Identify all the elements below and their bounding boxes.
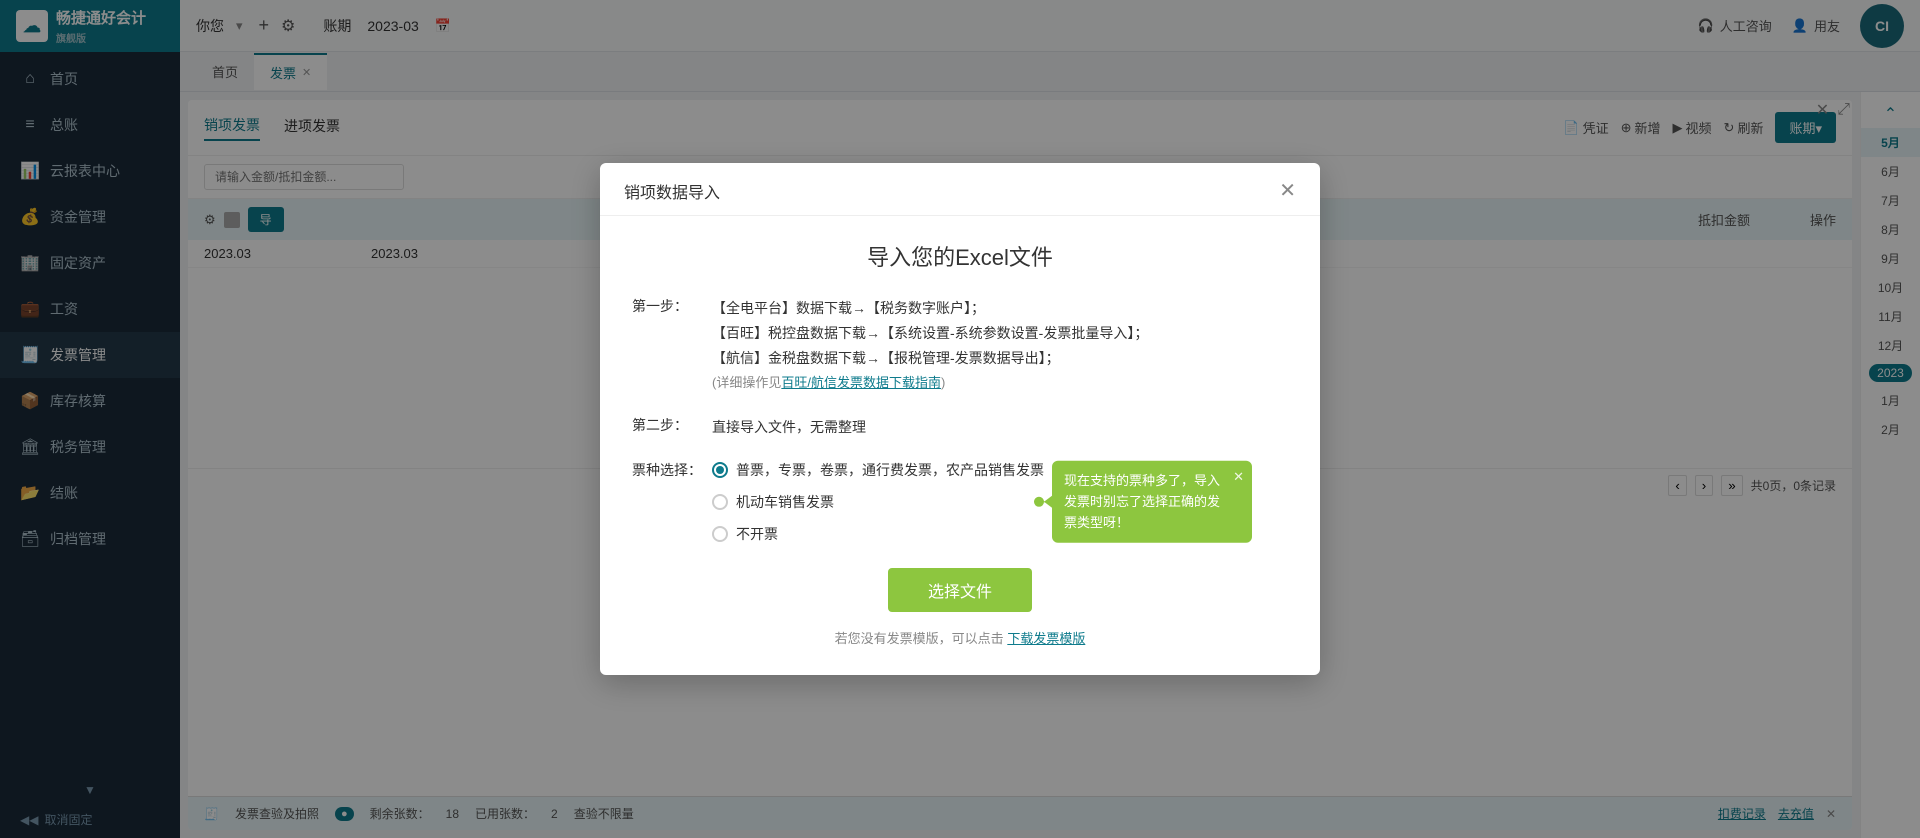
tooltip-container: 现在支持的票种多了，导入发票时别忘了选择正确的发票类型呀！ ✕ <box>1052 461 1252 543</box>
step2-content: 直接导入文件，无需整理 <box>712 415 866 440</box>
radio-none[interactable]: 不开票 <box>712 524 1044 544</box>
modal-step2: 第二步： 直接导入文件，无需整理 <box>632 415 1288 440</box>
ticket-label: 票种选择： <box>632 460 704 544</box>
radio-none-label: 不开票 <box>736 524 778 544</box>
modal-body: 导入您的Excel文件 第一步： 【全电平台】数据下载→【税务数字账户】； 【百… <box>600 216 1320 675</box>
ticket-selection: 票种选择： 普票，专票，卷票，通行费发票，农产品销售发票 机动车销售发票 <box>632 460 1288 544</box>
step2-label: 第二步： <box>632 415 704 440</box>
tooltip-text: 现在支持的票种多了，导入发票时别忘了选择正确的发票类型呀！ <box>1064 473 1220 530</box>
modal-footer-hint: 若您没有发票模版，可以点击 下载发票模版 <box>632 628 1288 647</box>
modal-title: 销项数据导入 <box>624 179 720 203</box>
select-file-btn[interactable]: 选择文件 <box>888 568 1032 612</box>
modal-header: 销项数据导入 ✕ <box>600 163 1320 216</box>
tooltip-bubble: 现在支持的票种多了，导入发票时别忘了选择正确的发票类型呀！ ✕ <box>1052 461 1252 543</box>
radio-group: 普票，专票，卷票，通行费发票，农产品销售发票 机动车销售发票 <box>712 460 1044 544</box>
radio-motor-label: 机动车销售发票 <box>736 492 834 512</box>
step1-guide-link[interactable]: 百旺/航信发票数据下载指南 <box>781 375 941 390</box>
step1-line3: 【航信】金税盘数据下载→【报税管理-发票数据导出】； <box>712 346 1148 371</box>
modal-overlay: 销项数据导入 ✕ 导入您的Excel文件 第一步： 【全电平台】数据下载→【税务… <box>0 0 1920 838</box>
radio-none-circle <box>712 526 728 542</box>
radio-normal[interactable]: 普票，专票，卷票，通行费发票，农产品销售发票 <box>712 460 1044 480</box>
import-modal: 销项数据导入 ✕ 导入您的Excel文件 第一步： 【全电平台】数据下载→【税务… <box>600 163 1320 675</box>
modal-step2-row: 第二步： 直接导入文件，无需整理 <box>632 415 1288 440</box>
step1-label: 第一步： <box>632 296 704 395</box>
radio-normal-circle <box>712 462 728 478</box>
radio-normal-label: 普票，专票，卷票，通行费发票，农产品销售发票 <box>736 460 1044 480</box>
download-template-link[interactable]: 下载发票模版 <box>1007 631 1085 646</box>
step1-hint: (详细操作见百旺/航信发票数据下载指南) <box>712 371 1148 394</box>
radio-motor-circle <box>712 494 728 510</box>
step1-line2: 【百旺】税控盘数据下载→【系统设置-系统参数设置-发票批量导入】； <box>712 321 1148 346</box>
modal-step1-row: 第一步： 【全电平台】数据下载→【税务数字账户】； 【百旺】税控盘数据下载→【系… <box>632 296 1288 395</box>
modal-step1: 第一步： 【全电平台】数据下载→【税务数字账户】； 【百旺】税控盘数据下载→【系… <box>632 296 1288 395</box>
modal-close-btn[interactable]: ✕ <box>1279 181 1296 201</box>
radio-motor[interactable]: 机动车销售发票 现在支持的票种多了，导入发票时别忘了选择正确的发票类型呀！ ✕ <box>712 492 1044 512</box>
tooltip-close-btn[interactable]: ✕ <box>1233 467 1244 488</box>
footer-hint-text: 若您没有发票模版，可以点击 <box>835 631 1004 646</box>
step1-content: 【全电平台】数据下载→【税务数字账户】； 【百旺】税控盘数据下载→【系统设置-系… <box>712 296 1148 395</box>
ticket-row: 票种选择： 普票，专票，卷票，通行费发票，农产品销售发票 机动车销售发票 <box>632 460 1288 544</box>
modal-excel-title: 导入您的Excel文件 <box>632 240 1288 272</box>
tooltip-arrow <box>1044 496 1052 508</box>
step1-line1: 【全电平台】数据下载→【税务数字账户】； <box>712 296 1148 321</box>
